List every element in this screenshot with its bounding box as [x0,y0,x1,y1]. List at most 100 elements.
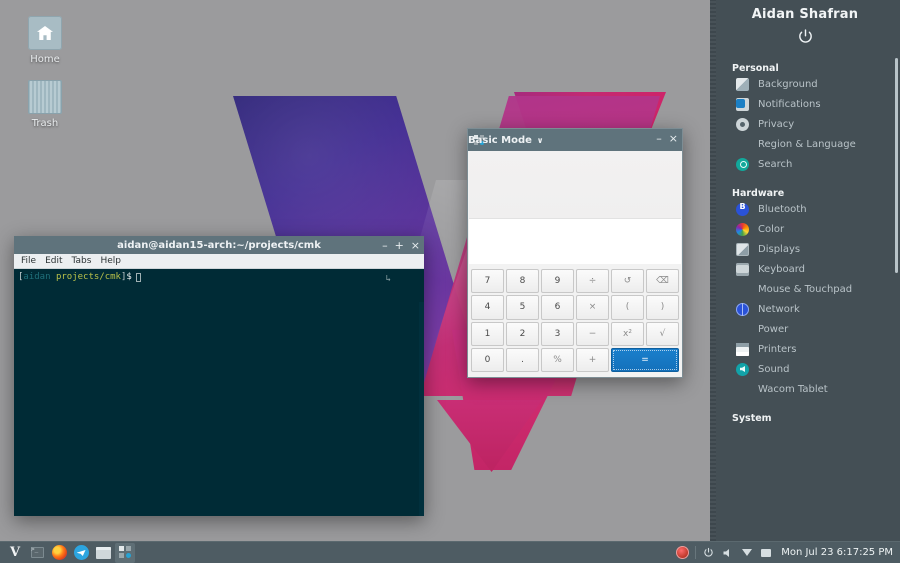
terminal-title: aidan@aidan15-arch:~/projects/cmk [14,240,424,251]
sidebar-item-label: Privacy [758,119,794,130]
sidebar-item-mouse-touchpad[interactable]: Mouse & Touchpad [710,279,900,299]
sidebar-item-displays[interactable]: Displays [710,239,900,259]
terminal-mouse-pointer-icon: ↳ [386,274,391,284]
terminal-output-area[interactable]: [aidan projects/cmk]$ ↳ [14,269,424,516]
calculator-titlebar[interactable]: Basic Mode ∨ – × [468,129,682,151]
sidebar-item-power[interactable]: Power [710,319,900,339]
calc-key-sym11[interactable]: ) [646,295,679,319]
taskbar-item-vivaldi[interactable]: V [5,543,25,563]
calc-key-3[interactable]: 3 [541,322,574,346]
calc-key-5[interactable]: 5 [506,295,539,319]
menu-item-tabs[interactable]: Tabs [72,256,92,266]
calc-key-6[interactable]: 6 [541,295,574,319]
battery-icon[interactable] [759,546,772,559]
terminal-close-button[interactable]: × [411,240,420,251]
app-indicator-icon[interactable] [676,546,689,559]
power-button[interactable] [710,28,900,49]
sidebar-item-wacom-tablet[interactable]: Wacom Tablet [710,379,900,399]
taskbar[interactable]: V [0,541,900,563]
chevron-down-icon[interactable]: ∨ [537,136,544,145]
system-tray[interactable]: Mon Jul 23 6:17:25 PM [676,546,900,559]
calc-key-sym3[interactable]: ÷ [576,269,609,293]
network-icon[interactable] [740,546,753,559]
calc-key-sym5[interactable]: ⌫ [646,269,679,293]
calculator-entry-field[interactable] [469,219,681,264]
calc-key-7[interactable]: 7 [471,269,504,293]
sidebar-item-sound[interactable]: Sound [710,359,900,379]
sidebar-item-region-language[interactable]: Region & Language [710,134,900,154]
sidebar-item-network[interactable]: Network [710,299,900,319]
taskbar-item-telegram[interactable] [71,543,91,563]
calc-key-8[interactable]: 8 [506,269,539,293]
taskbar-item-files[interactable] [93,543,113,563]
file-manager-icon [96,547,111,559]
terminal-window[interactable]: aidan@aidan15-arch:~/projects/cmk – + × … [14,236,424,516]
calculator-window-controls[interactable]: – × [656,129,678,147]
calc-key-sym21[interactable]: + [576,348,609,372]
menu-item-file[interactable]: File [21,256,36,266]
sidebar-item-keyboard[interactable]: Keyboard [710,259,900,279]
home-folder-icon [28,16,62,50]
desktop-icon-trash[interactable]: Trash [10,80,80,129]
calc-key-sym10[interactable]: ( [611,295,644,319]
calculator-window[interactable]: Basic Mode ∨ – × 789÷↺⌫456×()123−x²√0.%+… [467,128,683,378]
sidebar-item-label: Displays [758,244,800,255]
menu-item-edit[interactable]: Edit [45,256,62,266]
calc-key-sym9[interactable]: × [576,295,609,319]
settings-sidebar[interactable]: Aidan Shafran PersonalBackgroundNotifica… [710,0,900,541]
sidebar-item-notifications[interactable]: Notifications [710,94,900,114]
terminal-scrollbar[interactable] [419,302,424,516]
calculator-display [469,151,681,219]
sidebar-item-label: Network [758,304,800,315]
sidebar-scrollbar[interactable] [895,58,898,273]
firefox-icon [52,545,67,560]
sidebar-item-printers[interactable]: Printers [710,339,900,359]
calc-key-4[interactable]: 4 [471,295,504,319]
color-icon [736,223,749,236]
prompt-user: aidan [23,272,50,282]
calc-key-sym15[interactable]: − [576,322,609,346]
calc-key-sym4[interactable]: ↺ [611,269,644,293]
terminal-maximize-button[interactable]: + [395,240,404,251]
power-icon[interactable] [702,546,715,559]
sidebar-items-list[interactable]: PersonalBackgroundNotificationsPrivacyRe… [710,63,900,424]
sidebar-item-label: Keyboard [758,264,805,275]
taskbar-item-firefox[interactable] [49,543,69,563]
terminal-window-controls[interactable]: – + × [382,236,420,254]
terminal-minimize-button[interactable]: – [382,240,388,251]
calc-key-1[interactable]: 1 [471,322,504,346]
calc-key-9[interactable]: 9 [541,269,574,293]
menu-item-help[interactable]: Help [100,256,121,266]
desktop-icon-home[interactable]: Home [10,16,80,65]
calc-key-sym17[interactable]: √ [646,322,679,346]
sidebar-item-bluetooth[interactable]: Bluetooth [710,199,900,219]
sidebar-group-system: System [710,413,900,424]
taskbar-item-terminal[interactable] [27,543,47,563]
calc-key-sym19[interactable]: . [506,348,539,372]
calc-key-0[interactable]: 0 [471,348,504,372]
power-icon [797,28,814,45]
calculator-close-button[interactable]: × [669,133,678,144]
search-icon [736,158,749,171]
calculator-mode-selector[interactable]: Basic Mode ∨ [468,135,682,146]
terminal-menubar[interactable]: File Edit Tabs Help [14,254,424,269]
calc-key-2[interactable]: 2 [506,322,539,346]
sidebar-item-color[interactable]: Color [710,219,900,239]
sidebar-item-privacy[interactable]: Privacy [710,114,900,134]
volume-icon[interactable] [721,546,734,559]
taskbar-launchers[interactable]: V [0,543,135,563]
region-language-icon [736,138,749,151]
mouse-touchpad-icon [736,283,749,296]
sidebar-item-search[interactable]: Search [710,154,900,174]
displays-icon [736,243,749,256]
taskbar-item-calculator[interactable] [115,543,135,563]
calculator-minimize-button[interactable]: – [656,133,662,144]
sidebar-item-background[interactable]: Background [710,74,900,94]
clock[interactable]: Mon Jul 23 6:17:25 PM [778,547,893,558]
sidebar-item-label: Notifications [758,99,821,110]
terminal-titlebar[interactable]: aidan@aidan15-arch:~/projects/cmk – + × [14,236,424,254]
calc-key-sym20[interactable]: % [541,348,574,372]
calculator-keypad[interactable]: 789÷↺⌫ 456×() 123−x²√ 0.%+= [471,269,679,372]
calc-key-equals[interactable]: = [611,348,679,372]
calc-key-x[interactable]: x² [611,322,644,346]
